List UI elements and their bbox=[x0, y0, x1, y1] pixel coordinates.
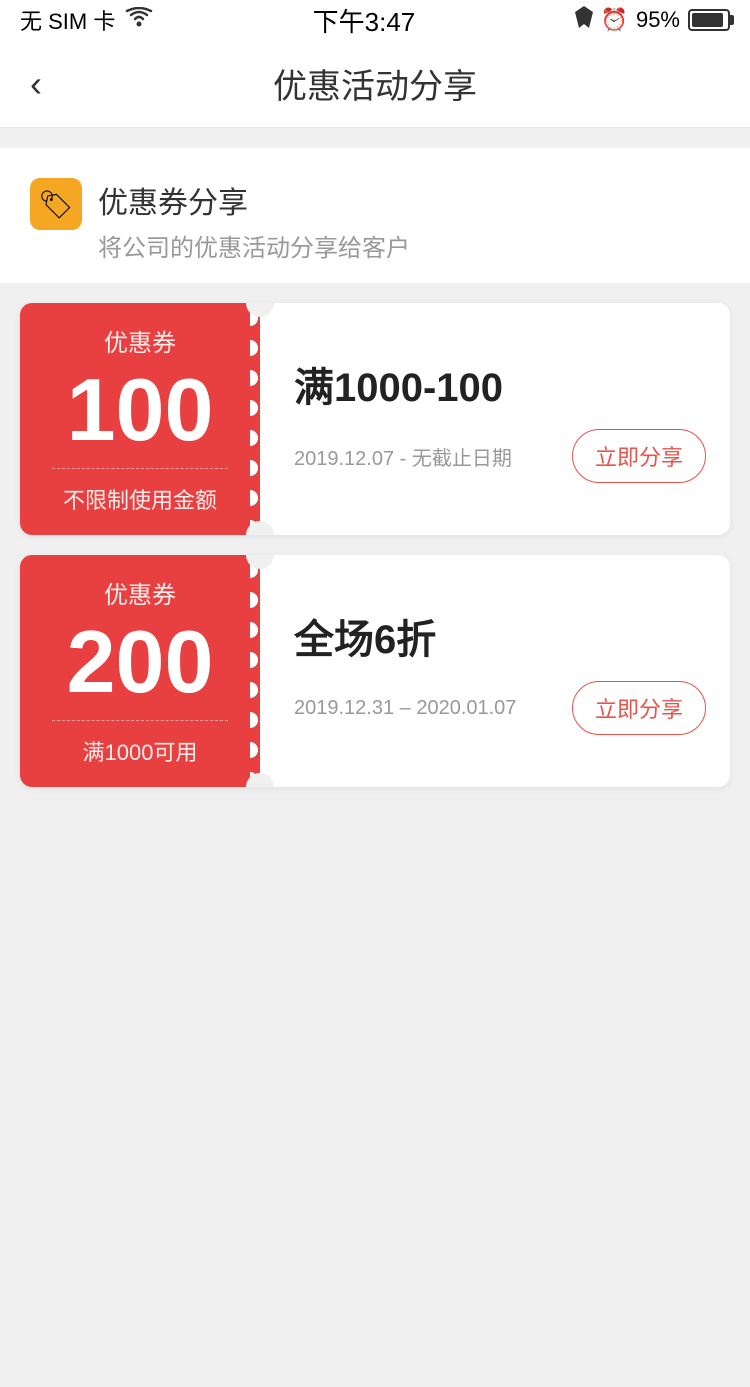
coupon-left-1: 优惠券 100 不限制使用金额 bbox=[20, 303, 260, 535]
location-icon bbox=[575, 6, 593, 34]
alarm-icon: ⏰ bbox=[601, 7, 628, 33]
wifi-icon bbox=[125, 7, 153, 33]
coupon-amount-2: 200 bbox=[67, 618, 214, 706]
coupon-divider-2 bbox=[52, 720, 228, 721]
coupon-name-2: 全场6折 bbox=[294, 607, 706, 665]
coupon-right-1: 满1000-100 2019.12.07 - 无截止日期 立即分享 bbox=[260, 303, 730, 535]
coupon-meta-2: 2019.12.31 – 2020.01.07 立即分享 bbox=[294, 681, 706, 735]
coupon-condition-2: 满1000可用 bbox=[83, 735, 198, 767]
status-right: ⏰ 95% bbox=[575, 6, 730, 34]
section-text: 优惠券分享 将公司的优惠活动分享给客户 bbox=[98, 178, 410, 263]
coupon-notch-bottom-1 bbox=[246, 521, 274, 535]
coupon-list: 优惠券 100 不限制使用金额 满1000-100 2019.12.07 - 无… bbox=[0, 303, 750, 787]
coupon-name-1: 满1000-100 bbox=[294, 355, 706, 413]
share-button-2[interactable]: 立即分享 bbox=[572, 681, 706, 735]
coupon-type-2: 优惠券 bbox=[104, 575, 176, 610]
battery-percent: 95% bbox=[636, 7, 680, 33]
carrier-label: 无 SIM 卡 bbox=[20, 4, 115, 36]
coupon-notch-top-2 bbox=[246, 555, 274, 569]
coupon-amount-1: 100 bbox=[67, 366, 214, 454]
coupon-card-1: 优惠券 100 不限制使用金额 满1000-100 2019.12.07 - 无… bbox=[20, 303, 730, 535]
battery-icon bbox=[688, 9, 730, 31]
section-title: 优惠券分享 bbox=[98, 178, 410, 222]
coupon-date-2: 2019.12.31 – 2020.01.07 bbox=[294, 697, 516, 720]
coupon-card-2: 优惠券 200 满1000可用 全场6折 2019.12.31 – 2020.0… bbox=[20, 555, 730, 787]
section-icon: 🏷 bbox=[30, 178, 82, 230]
coupon-divider-1 bbox=[52, 468, 228, 469]
nav-bar: ‹ 优惠活动分享 bbox=[0, 40, 750, 128]
coupon-left-2: 优惠券 200 满1000可用 bbox=[20, 555, 260, 787]
status-bar: 无 SIM 卡 下午3:47 ⏰ 95% bbox=[0, 0, 750, 40]
coupon-date-1: 2019.12.07 - 无截止日期 bbox=[294, 442, 512, 471]
coupon-meta-1: 2019.12.07 - 无截止日期 立即分享 bbox=[294, 429, 706, 483]
section-header: 🏷 优惠券分享 将公司的优惠活动分享给客户 bbox=[0, 148, 750, 283]
coupon-condition-1: 不限制使用金额 bbox=[63, 483, 217, 515]
status-left: 无 SIM 卡 bbox=[20, 4, 153, 36]
page-title: 优惠活动分享 bbox=[273, 59, 477, 108]
section-desc: 将公司的优惠活动分享给客户 bbox=[98, 228, 410, 263]
share-button-1[interactable]: 立即分享 bbox=[572, 429, 706, 483]
back-button[interactable]: ‹ bbox=[30, 63, 42, 105]
status-time: 下午3:47 bbox=[313, 2, 416, 39]
coupon-right-2: 全场6折 2019.12.31 – 2020.01.07 立即分享 bbox=[260, 555, 730, 787]
coupon-notch-bottom-2 bbox=[246, 773, 274, 787]
battery-fill bbox=[692, 13, 723, 27]
bottom-area bbox=[0, 787, 750, 1387]
coupon-notch-top-1 bbox=[246, 303, 274, 317]
coupon-type-1: 优惠券 bbox=[104, 323, 176, 358]
